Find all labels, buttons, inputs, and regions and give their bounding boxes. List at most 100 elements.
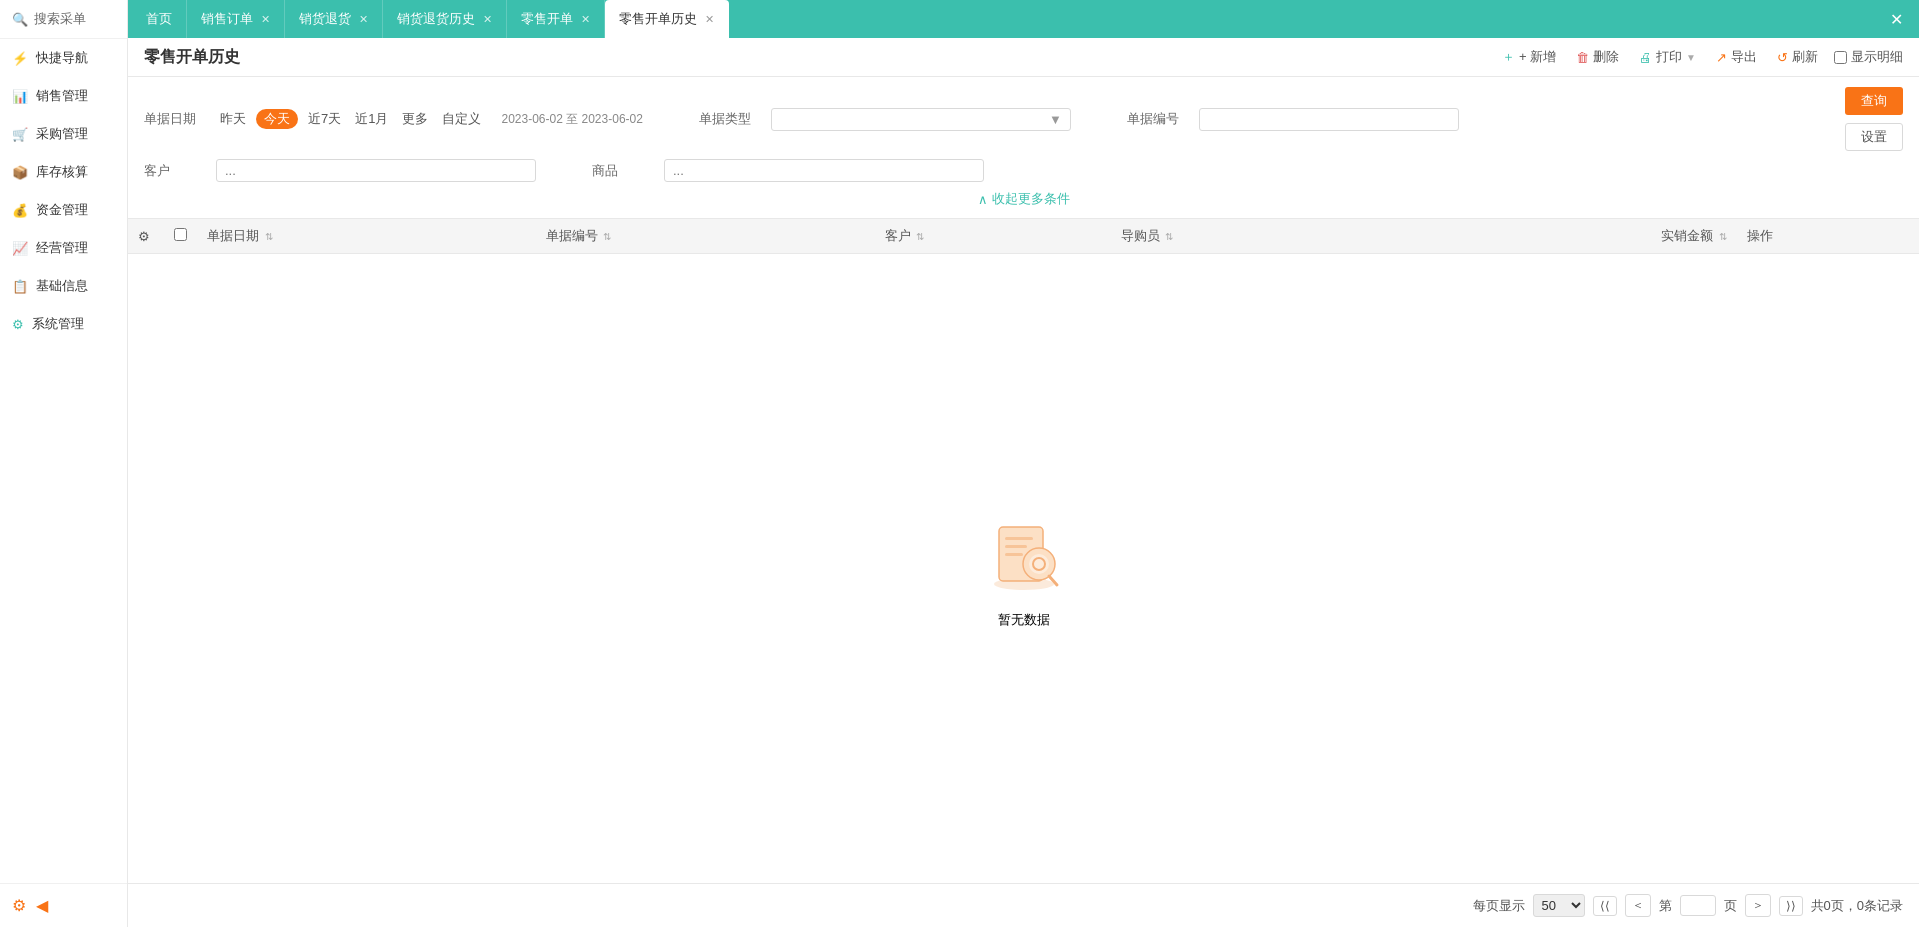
sidebar-item-stock-calc[interactable]: 📦 库存核算 — [0, 153, 127, 191]
export-button[interactable]: ↗ 导出 — [1712, 46, 1761, 68]
tab-retail-open[interactable]: 零售开单 ✕ — [507, 0, 605, 38]
sidebar-item-label: 销售管理 — [36, 87, 88, 105]
tab-home[interactable]: 首页 — [132, 0, 187, 38]
customer-filter-input[interactable] — [216, 159, 536, 182]
sidebar-item-base-info[interactable]: 📋 基础信息 — [0, 267, 127, 305]
display-detail-label: 显示明细 — [1851, 48, 1903, 66]
add-label: + 新增 — [1519, 48, 1556, 66]
tab-retail-open-label: 零售开单 — [521, 10, 573, 28]
sidebar-item-label: 经营管理 — [36, 239, 88, 257]
export-label: 导出 — [1731, 48, 1757, 66]
purchase-mgmt-icon: 🛒 — [12, 127, 28, 142]
display-detail-checkbox[interactable] — [1834, 51, 1847, 64]
empty-text: 暂无数据 — [998, 611, 1050, 629]
sidebar-item-quick-nav[interactable]: ⚡ 快捷导航 — [0, 39, 127, 77]
svg-rect-2 — [1005, 537, 1033, 540]
date-range-display: 2023-06-02 至 2023-06-02 — [501, 111, 642, 128]
sidebar-search[interactable]: 🔍 搜索采单 — [0, 0, 127, 39]
tab-sales-order-close[interactable]: ✕ — [261, 13, 270, 26]
footer-gear-icon[interactable]: ⚙ — [12, 896, 26, 915]
col-action: 操作 — [1737, 219, 1919, 254]
col-date-sort-icon[interactable]: ⇅ — [265, 231, 273, 242]
type-filter-label: 单据类型 — [699, 110, 755, 128]
sales-mgmt-icon: 📊 — [12, 89, 28, 104]
col-amount-label: 实销金额 — [1661, 228, 1713, 243]
add-icon: ＋ — [1502, 48, 1515, 66]
tab-sales-return-label: 销货退货 — [299, 10, 351, 28]
tab-retail-history[interactable]: 零售开单历史 ✕ — [605, 0, 729, 38]
col-code-sort-icon[interactable]: ⇅ — [603, 231, 611, 242]
svg-rect-3 — [1005, 545, 1027, 548]
col-amount: 实销金额 ⇅ — [1398, 219, 1737, 254]
date-opt-today[interactable]: 今天 — [256, 109, 298, 129]
table-area: ⚙ 单据日期 ⇅ 单据编号 ⇅ — [128, 219, 1919, 927]
prev-page-button[interactable]: ＜ — [1625, 894, 1651, 917]
date-opt-more[interactable]: 更多 — [398, 109, 432, 129]
tab-sales-return-close[interactable]: ✕ — [359, 13, 368, 26]
customer-filter-label: 客户 — [144, 162, 200, 180]
type-filter-select[interactable]: ▼ — [771, 108, 1071, 131]
sidebar-footer: ⚙ ◀ — [0, 883, 127, 927]
main-area: 首页 销售订单 ✕ 销货退货 ✕ 销货退货历史 ✕ 零售开单 ✕ 零售开单历史 … — [128, 0, 1919, 927]
goods-filter-input[interactable] — [664, 159, 984, 182]
tab-sales-return-history[interactable]: 销货退货历史 ✕ — [383, 0, 507, 38]
checkbox-col-header — [164, 219, 197, 254]
sidebar-item-ops-mgmt[interactable]: 📈 经营管理 — [0, 229, 127, 267]
empty-illustration — [979, 509, 1069, 599]
col-amount-sort-icon[interactable]: ⇅ — [1719, 231, 1727, 242]
col-code: 单据编号 ⇅ — [536, 219, 875, 254]
print-button[interactable]: 🖨 打印 ▼ — [1635, 46, 1700, 68]
tabs-bar: 首页 销售订单 ✕ 销货退货 ✕ 销货退货历史 ✕ 零售开单 ✕ 零售开单历史 … — [128, 0, 1919, 38]
collapse-more-row[interactable]: ∧ 收起更多条件 — [144, 190, 1903, 208]
select-all-checkbox[interactable] — [174, 228, 187, 241]
per-page-select[interactable]: 10 20 50 100 — [1533, 894, 1585, 917]
tab-sales-return[interactable]: 销货退货 ✕ — [285, 0, 383, 38]
tab-home-label: 首页 — [146, 10, 172, 28]
sidebar-item-sys-mgmt[interactable]: ⚙ 系统管理 — [0, 305, 127, 343]
delete-button[interactable]: 🗑 删除 — [1572, 46, 1623, 68]
next-page-button[interactable]: ＞ — [1745, 894, 1771, 917]
tab-retail-open-close[interactable]: ✕ — [581, 13, 590, 26]
page-title: 零售开单历史 — [144, 47, 240, 68]
page-number-input[interactable]: 1 — [1680, 895, 1716, 916]
col-customer-sort-icon[interactable]: ⇅ — [916, 231, 924, 242]
last-page-button[interactable]: ⟩⟩ — [1779, 896, 1803, 916]
sidebar-item-purchase-mgmt[interactable]: 🛒 采购管理 — [0, 115, 127, 153]
total-info: 共0页，0条记录 — [1811, 897, 1903, 915]
col-code-label: 单据编号 — [546, 228, 598, 243]
tab-sales-order[interactable]: 销售订单 ✕ — [187, 0, 285, 38]
date-opt-custom[interactable]: 自定义 — [438, 109, 485, 129]
refresh-button[interactable]: ↺ 刷新 — [1773, 46, 1822, 68]
display-detail-toggle[interactable]: 显示明细 — [1834, 48, 1903, 66]
table-settings-icon[interactable]: ⚙ — [138, 229, 150, 244]
tab-sales-return-history-close[interactable]: ✕ — [483, 13, 492, 26]
add-button[interactable]: ＋ + 新增 — [1498, 46, 1560, 68]
stock-calc-icon: 📦 — [12, 165, 28, 180]
col-salesperson: 导购员 ⇅ — [1111, 219, 1398, 254]
collapse-up-icon: ∧ — [978, 192, 988, 207]
settings-col-header: ⚙ — [128, 219, 164, 254]
footer-collapse-icon[interactable]: ◀ — [36, 896, 48, 915]
code-filter-input[interactable] — [1199, 108, 1459, 131]
sidebar-item-label: 基础信息 — [36, 277, 88, 295]
date-opt-yesterday[interactable]: 昨天 — [216, 109, 250, 129]
collapse-label: 收起更多条件 — [992, 190, 1070, 208]
col-salesperson-sort-icon[interactable]: ⇅ — [1165, 231, 1173, 242]
goods-filter-label: 商品 — [592, 162, 648, 180]
sidebar: 🔍 搜索采单 ⚡ 快捷导航 📊 销售管理 🛒 采购管理 📦 库存核算 💰 资金管… — [0, 0, 128, 927]
date-opt-7days[interactable]: 近7天 — [304, 109, 345, 129]
setting-button[interactable]: 设置 — [1845, 123, 1903, 151]
sidebar-item-finance-mgmt[interactable]: 💰 资金管理 — [0, 191, 127, 229]
sidebar-item-sales-mgmt[interactable]: 📊 销售管理 — [0, 77, 127, 115]
col-customer: 客户 ⇅ — [875, 219, 1111, 254]
window-close-icon[interactable]: ✕ — [1886, 10, 1907, 29]
date-opt-1month[interactable]: 近1月 — [351, 109, 392, 129]
first-page-button[interactable]: ⟨⟨ — [1593, 896, 1617, 916]
query-button[interactable]: 查询 — [1845, 87, 1903, 115]
print-icon: 🖨 — [1639, 50, 1652, 65]
pagination: 每页显示 10 20 50 100 ⟨⟨ ＜ 第 1 页 ＞ ⟩⟩ 共0页，0条… — [128, 883, 1919, 927]
page-word: 第 — [1659, 897, 1672, 915]
refresh-label: 刷新 — [1792, 48, 1818, 66]
tab-retail-history-close[interactable]: ✕ — [705, 13, 714, 26]
page-suffix: 页 — [1724, 897, 1737, 915]
